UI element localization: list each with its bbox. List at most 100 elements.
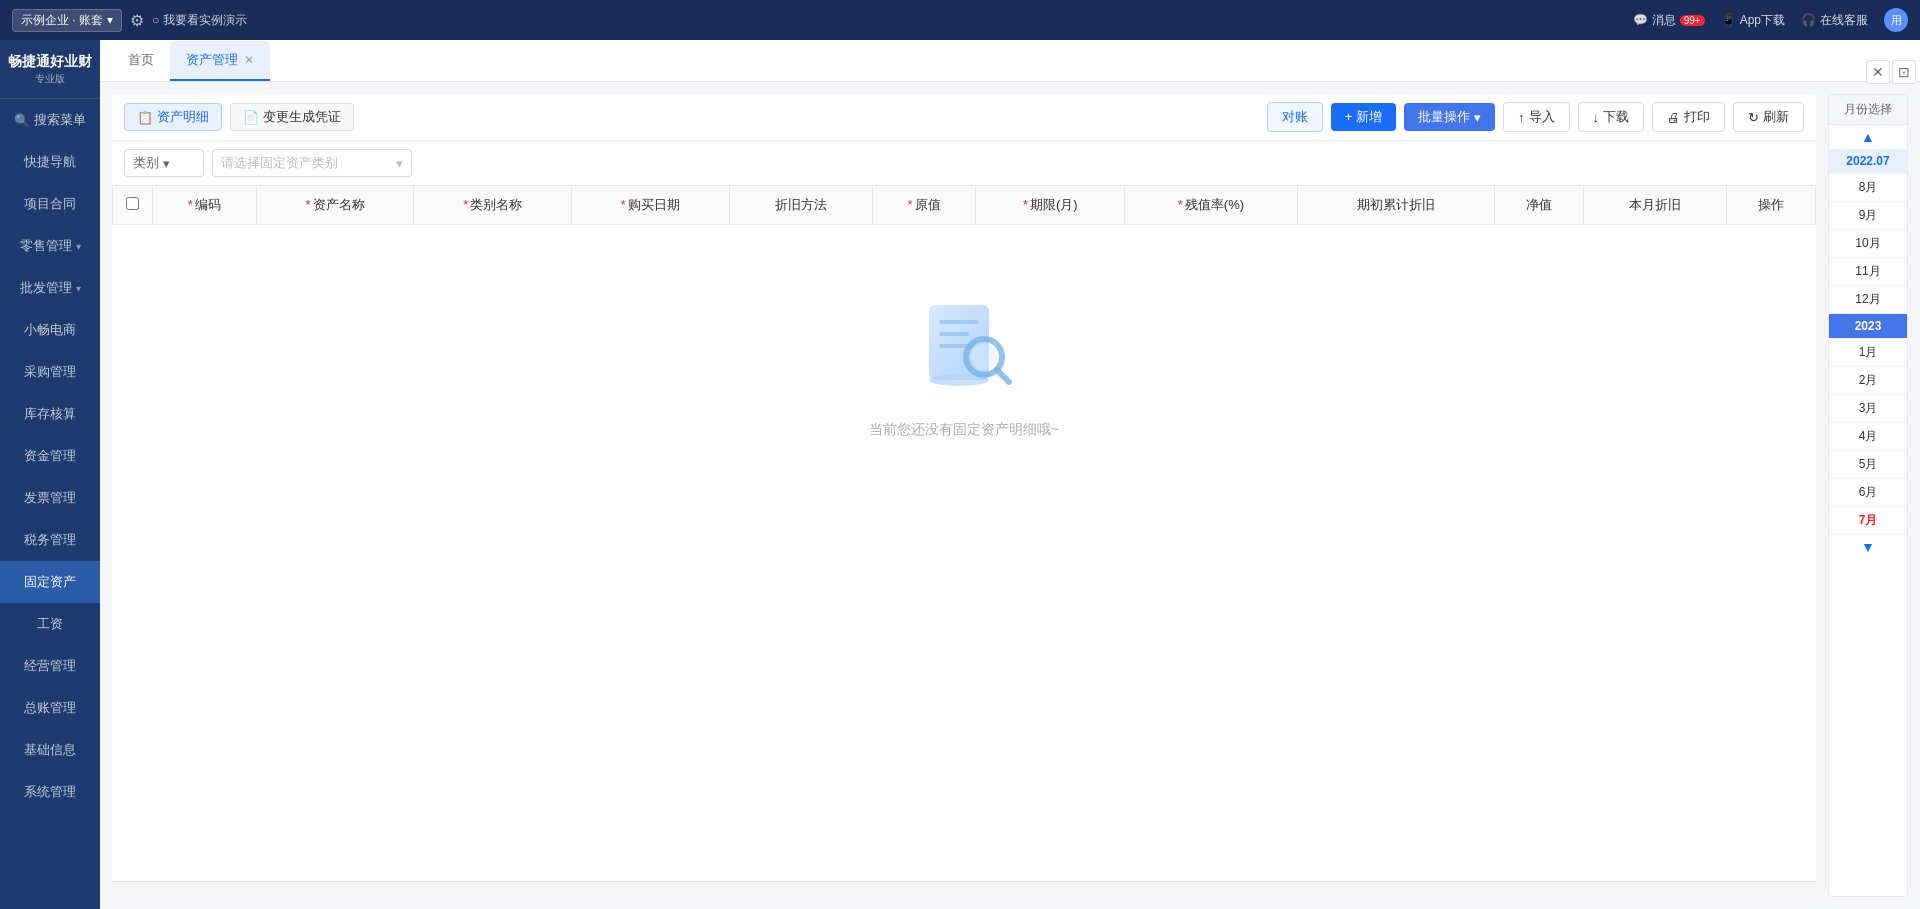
month-item-10[interactable]: 10月 (1829, 230, 1907, 258)
sidebar-item-label-system: 系统管理 (24, 783, 76, 801)
sidebar: 畅捷通好业财 专业版 🔍 搜索菜单 快捷导航 项目合同 零售管理 ▾ 批发管理 … (0, 40, 100, 909)
sub-tab-change-voucher[interactable]: 📄 变更生成凭证 (230, 103, 354, 131)
month-item-2[interactable]: 2月 (1829, 367, 1907, 395)
mobile-icon: 📱 (1721, 13, 1736, 27)
demo-icon: ○ (152, 13, 159, 27)
month-item-7-selected[interactable]: 7月 (1829, 507, 1907, 535)
empty-text: 当前您还没有固定资产明细哦~ (869, 421, 1059, 439)
sidebar-item-nav[interactable]: 快捷导航 (0, 141, 100, 183)
tab-home[interactable]: 首页 (112, 41, 170, 81)
table-header: *编码 *资产名称 *类别名称 *购买日期 折旧方法 *原值 *期限(月) *残… (113, 186, 1816, 225)
top-bar-right: 💬 消息 99+ 📱 App下载 🎧 在线客服 用 (1633, 8, 1908, 32)
sidebar-item-retail[interactable]: 零售管理 ▾ (0, 225, 100, 267)
sidebar-item-label-purchase: 采购管理 (24, 363, 76, 381)
month-prev-button[interactable]: ▲ (1829, 125, 1907, 149)
dropdown-icon: ▾ (396, 156, 403, 171)
online-service-label: 在线客服 (1820, 12, 1868, 29)
close-window-button[interactable]: ✕ (1866, 60, 1890, 84)
download-label: 下载 (1603, 108, 1629, 126)
maximize-window-button[interactable]: ⊡ (1892, 60, 1916, 84)
sidebar-item-search[interactable]: 🔍 搜索菜单 (0, 99, 100, 141)
sidebar-item-inventory[interactable]: 库存核算 (0, 393, 100, 435)
top-bar-left: 示例企业 · 账套 ▾ ⚙ ○ 我要看实例演示 (12, 9, 1625, 32)
batch-arrow-icon: ▾ (1474, 110, 1481, 125)
duizhang-button[interactable]: 对账 (1267, 102, 1323, 132)
chevron-down-icon-2: ▾ (76, 283, 81, 294)
sidebar-item-label-operations: 经营管理 (24, 657, 76, 675)
sidebar-item-salary[interactable]: 工资 (0, 603, 100, 645)
month-item-5[interactable]: 5月 (1829, 451, 1907, 479)
month-next-button[interactable]: ▼ (1829, 535, 1907, 559)
tab-close-icon[interactable]: ✕ (244, 53, 254, 67)
app-download-button[interactable]: 📱 App下载 (1721, 12, 1785, 29)
sidebar-item-system[interactable]: 系统管理 (0, 771, 100, 813)
sidebar-item-ecommerce[interactable]: 小畅电商 (0, 309, 100, 351)
sidebar-item-label-inventory: 库存核算 (24, 405, 76, 423)
sidebar-item-general-ledger[interactable]: 总账管理 (0, 687, 100, 729)
month-item-9[interactable]: 9月 (1829, 202, 1907, 230)
message-badge: 99+ (1680, 15, 1705, 26)
demo-link[interactable]: ○ 我要看实例演示 (152, 12, 247, 29)
sidebar-item-label-basic: 基础信息 (24, 741, 76, 759)
sidebar-item-finance[interactable]: 资金管理 (0, 435, 100, 477)
import-button[interactable]: ↑ 导入 (1503, 102, 1570, 132)
online-service-button[interactable]: 🎧 在线客服 (1801, 12, 1868, 29)
refresh-label: 刷新 (1763, 108, 1789, 126)
tab-asset-management[interactable]: 资产管理 ✕ (170, 41, 270, 81)
tab-home-label: 首页 (128, 51, 154, 69)
sub-tab-asset-detail[interactable]: 📋 资产明细 (124, 103, 222, 131)
month-item-6[interactable]: 6月 (1829, 479, 1907, 507)
month-item-11[interactable]: 11月 (1829, 258, 1907, 286)
sidebar-item-label-gl: 总账管理 (24, 699, 76, 717)
sidebar-item-fixed-assets[interactable]: 固定资产 (0, 561, 100, 603)
svg-rect-2 (939, 332, 969, 336)
sidebar-item-tax[interactable]: 税务管理 (0, 519, 100, 561)
sidebar-item-operations[interactable]: 经营管理 (0, 645, 100, 687)
month-item-1[interactable]: 1月 (1829, 339, 1907, 367)
brand-title: 畅捷通好业财 (8, 52, 92, 70)
add-button[interactable]: + 新增 (1331, 103, 1396, 131)
th-period: *期限(月) (976, 186, 1125, 225)
sidebar-item-purchase[interactable]: 采购管理 (0, 351, 100, 393)
empty-state: 当前您还没有固定资产明细哦~ (112, 225, 1816, 499)
month-item-8[interactable]: 8月 (1829, 174, 1907, 202)
month-item-3[interactable]: 3月 (1829, 395, 1907, 423)
sidebar-item-label-nav: 快捷导航 (24, 153, 76, 171)
sidebar-item-invoice[interactable]: 发票管理 (0, 477, 100, 519)
category-filter[interactable]: 类别 ▾ (124, 149, 204, 177)
sidebar-item-wholesale[interactable]: 批发管理 ▾ (0, 267, 100, 309)
company-selector[interactable]: 示例企业 · 账套 ▾ (12, 9, 122, 32)
window-controls: ✕ ⊡ (1862, 56, 1920, 88)
th-residual-rate: *残值率(%) (1125, 186, 1298, 225)
select-all-checkbox[interactable] (126, 197, 139, 210)
filter-row: 类别 ▾ 请选择固定资产类别 ▾ (112, 141, 1816, 186)
sub-tab-asset-label: 资产明细 (157, 108, 209, 126)
category-input[interactable]: 请选择固定资产类别 ▾ (212, 149, 412, 177)
sidebar-item-basic-info[interactable]: 基础信息 (0, 729, 100, 771)
toolbar-actions: 对账 + 新增 批量操作 ▾ ↑ 导入 ↓ 下载 (1267, 102, 1804, 132)
month-picker-header: 月份选择 (1829, 95, 1907, 125)
settings-button[interactable]: ⚙ (130, 11, 144, 30)
th-category: *类别名称 (414, 186, 572, 225)
download-button[interactable]: ↓ 下载 (1578, 102, 1645, 132)
month-item-year-2023[interactable]: 2023 (1829, 314, 1907, 339)
bottom-scrollbar[interactable] (112, 881, 1816, 897)
user-avatar[interactable]: 用 (1884, 8, 1908, 32)
month-item-4[interactable]: 4月 (1829, 423, 1907, 451)
refresh-button[interactable]: ↻ 刷新 (1733, 102, 1804, 132)
headset-icon: 🎧 (1801, 13, 1816, 27)
asset-table-wrap: *编码 *资产名称 *类别名称 *购买日期 折旧方法 *原值 *期限(月) *残… (112, 186, 1816, 881)
message-icon: 💬 (1633, 13, 1648, 27)
avatar-text: 用 (1891, 13, 1902, 28)
th-checkbox (113, 186, 153, 225)
brand-area: 畅捷通好业财 专业版 (0, 40, 100, 99)
month-item-12[interactable]: 12月 (1829, 286, 1907, 314)
message-button[interactable]: 💬 消息 99+ (1633, 12, 1705, 29)
current-year-item[interactable]: 2022.07 (1829, 149, 1907, 174)
sidebar-item-label-tax: 税务管理 (24, 531, 76, 549)
sidebar-item-project[interactable]: 项目合同 (0, 183, 100, 225)
print-button[interactable]: 🖨 打印 (1652, 102, 1725, 132)
top-bar: 示例企业 · 账套 ▾ ⚙ ○ 我要看实例演示 💬 消息 99+ 📱 App下载… (0, 0, 1920, 40)
batch-button[interactable]: 批量操作 ▾ (1404, 103, 1495, 131)
gear-icon: ⚙ (130, 12, 144, 29)
